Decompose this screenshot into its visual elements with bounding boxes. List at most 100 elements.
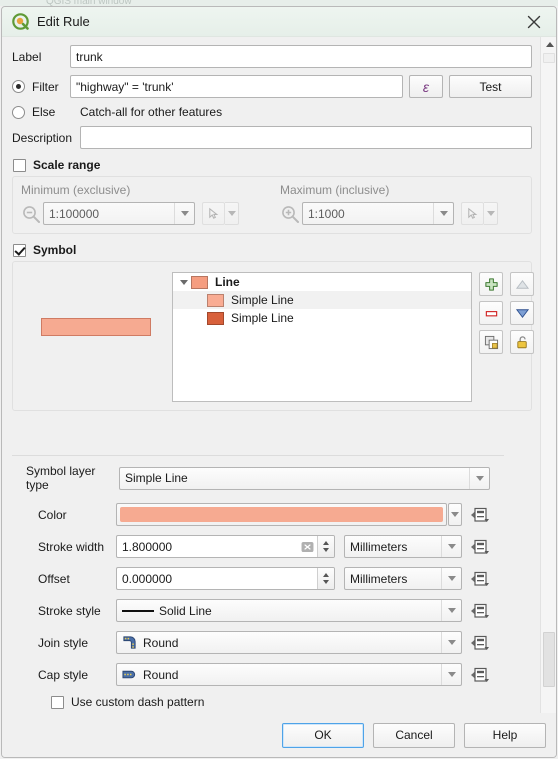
filter-expression-input[interactable] xyxy=(70,75,403,98)
use-custom-dash-label: Use custom dash pattern xyxy=(71,695,205,709)
stroke-width-stepper[interactable]: 1.800000 xyxy=(116,535,335,558)
cap-style-label: Cap style xyxy=(38,667,89,682)
chevron-down-icon[interactable] xyxy=(177,275,191,289)
else-row: Else Catch-all for other features xyxy=(12,105,532,119)
join-style-row: Join style Round xyxy=(26,631,490,654)
symbol-layer-tree[interactable]: Line Simple Line Simple Line xyxy=(172,272,472,402)
else-hint-text: Catch-all for other features xyxy=(80,105,223,119)
offset-row: Offset 0.000000 Millimeters xyxy=(26,567,490,590)
symbol-color-chip xyxy=(207,311,224,325)
offset-stepper[interactable]: 0.000000 xyxy=(116,567,335,590)
data-defined-override-icon[interactable] xyxy=(470,601,490,621)
tree-item-label: Simple Line xyxy=(231,293,294,307)
stroke-style-row: Stroke style Solid Line xyxy=(26,599,490,622)
maximum-scale-label: Maximum (inclusive) xyxy=(280,183,390,197)
data-defined-override-icon[interactable] xyxy=(470,665,490,685)
maximum-scale-pick-button[interactable] xyxy=(461,202,484,225)
cap-style-value: Round xyxy=(143,667,179,682)
label-input-wrap xyxy=(70,45,532,68)
color-button[interactable] xyxy=(116,503,447,526)
filter-radio[interactable]: Filter xyxy=(12,80,70,94)
cap-style-combo[interactable]: Round xyxy=(116,663,462,686)
offset-value: 0.000000 xyxy=(122,571,173,586)
data-defined-override-icon[interactable] xyxy=(470,569,490,589)
color-dropdown-button[interactable] xyxy=(448,503,462,526)
cancel-button[interactable]: Cancel xyxy=(373,722,455,748)
ok-button[interactable]: OK xyxy=(282,722,364,748)
move-down-button[interactable] xyxy=(510,301,534,325)
symbol-title: Symbol xyxy=(33,243,77,257)
join-style-combo[interactable]: Round xyxy=(116,631,462,654)
tree-row[interactable]: Simple Line xyxy=(173,291,471,309)
minimum-scale-pick-dropdown[interactable] xyxy=(225,202,239,225)
scale-range-checkbox[interactable]: Scale range xyxy=(13,158,532,172)
tree-item-label: Simple Line xyxy=(231,311,294,325)
filter-row: Filter ε Test xyxy=(12,75,532,98)
label-input[interactable] xyxy=(70,45,532,68)
filter-radio-label: Filter xyxy=(32,79,59,94)
symbol-color-chip xyxy=(207,293,224,307)
tree-item-label: Line xyxy=(215,275,240,289)
minimum-scale-label: Minimum (exclusive) xyxy=(21,183,131,197)
label-field-label: Label xyxy=(12,49,42,64)
test-button[interactable]: Test xyxy=(449,75,532,98)
scale-range-group: Minimum (exclusive) 1:100000 Maximum (in… xyxy=(12,176,532,234)
chevron-down-icon xyxy=(441,568,461,589)
stroke-width-row: Stroke width 1.800000 Millimeters xyxy=(26,535,490,558)
stroke-style-combo[interactable]: Solid Line xyxy=(116,599,462,622)
clear-icon[interactable] xyxy=(301,541,314,552)
data-defined-override-icon[interactable] xyxy=(470,537,490,557)
qgis-icon xyxy=(12,13,29,30)
description-input[interactable] xyxy=(80,126,532,149)
dialog-scrollbar-thumb[interactable] xyxy=(543,632,555,687)
maximum-scale-combo[interactable]: 1:1000 xyxy=(302,202,454,225)
stroke-width-unit-value: Millimeters xyxy=(350,539,408,554)
solid-line-icon xyxy=(122,609,154,612)
minimum-scale-block: Minimum (exclusive) 1:100000 xyxy=(21,183,264,225)
help-button[interactable]: Help xyxy=(464,722,546,748)
chevron-down-icon xyxy=(441,600,461,621)
color-row: Color xyxy=(26,503,490,526)
join-style-label: Join style xyxy=(38,635,89,650)
stroke-width-label: Stroke width xyxy=(38,539,105,554)
minimum-scale-pick-button[interactable] xyxy=(202,202,225,225)
move-up-button[interactable] xyxy=(510,272,534,296)
symbol-layer-type-combo[interactable]: Simple Line xyxy=(119,466,490,490)
zoom-in-icon xyxy=(280,204,300,224)
cap-style-row: Cap style Round xyxy=(26,663,490,686)
tree-row[interactable]: Line xyxy=(173,273,471,291)
color-swatch xyxy=(120,507,443,522)
duplicate-icon[interactable] xyxy=(479,330,503,354)
data-defined-override-icon[interactable] xyxy=(470,633,490,653)
offset-label: Offset xyxy=(38,571,70,586)
else-radio[interactable]: Else xyxy=(12,105,70,119)
stroke-width-unit-combo[interactable]: Millimeters xyxy=(344,535,462,558)
offset-spin-buttons[interactable] xyxy=(317,568,334,589)
offset-unit-combo[interactable]: Millimeters xyxy=(344,567,462,590)
symbol-color-chip xyxy=(191,275,208,289)
scroll-up-icon[interactable] xyxy=(542,37,556,52)
expression-builder-button[interactable]: ε xyxy=(409,75,443,98)
close-icon[interactable] xyxy=(522,10,546,34)
maximum-scale-pick-dropdown[interactable] xyxy=(484,202,498,225)
remove-symbol-layer-button[interactable] xyxy=(479,301,503,325)
use-custom-dash-checkbox[interactable]: Use custom dash pattern xyxy=(26,695,490,709)
data-defined-override-icon[interactable] xyxy=(470,505,490,525)
dialog-scrollbar[interactable] xyxy=(540,37,556,725)
add-symbol-layer-button[interactable] xyxy=(479,272,503,296)
stroke-width-spin-buttons[interactable] xyxy=(317,536,334,557)
symbol-layer-type-row: Symbol layer type Simple Line xyxy=(26,464,490,492)
maximum-scale-block: Maximum (inclusive) 1:1000 xyxy=(280,183,523,225)
tree-row[interactable]: Simple Line xyxy=(173,309,471,327)
edit-rule-dialog: Edit Rule Label Filter xyxy=(1,6,557,758)
unlock-icon[interactable] xyxy=(510,330,534,354)
else-radio-label: Else xyxy=(32,105,56,119)
symbol-checkbox[interactable]: Symbol xyxy=(13,243,532,257)
chevron-down-icon xyxy=(441,664,461,685)
maximum-scale-value: 1:1000 xyxy=(308,206,345,221)
stroke-style-value: Solid Line xyxy=(159,603,212,618)
dialog-scrollbar-track-top xyxy=(543,53,555,63)
symbol-panel: Line Simple Line Simple Line xyxy=(12,261,534,411)
minimum-scale-combo[interactable]: 1:100000 xyxy=(43,202,195,225)
minimum-scale-value: 1:100000 xyxy=(49,206,100,221)
